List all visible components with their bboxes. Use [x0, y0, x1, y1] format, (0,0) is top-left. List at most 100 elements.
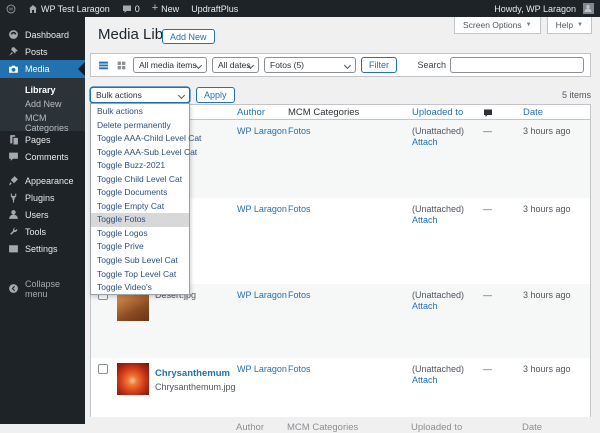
attach-link[interactable]: Attach — [412, 137, 438, 147]
sidebar-separator — [0, 165, 85, 172]
collapse-icon — [9, 284, 18, 293]
comments-cell: — — [483, 290, 492, 300]
dropdown-option[interactable]: Bulk actions — [91, 105, 189, 119]
media-thumbnail-chrysanthemum[interactable] — [117, 363, 149, 395]
date-filter-select[interactable]: All dates — [212, 57, 259, 73]
sidebar-item-users[interactable]: Users — [0, 206, 85, 223]
dropdown-option[interactable]: Toggle Documents — [91, 186, 189, 200]
collapse-menu-button[interactable]: Collapse menu — [0, 278, 85, 299]
submenu-item-mcm-categories[interactable]: MCM Categories — [0, 111, 85, 133]
list-view-button[interactable] — [97, 59, 110, 72]
dropdown-option[interactable]: Toggle Sub Level Cat — [91, 254, 189, 268]
attach-link[interactable]: Attach — [412, 301, 438, 311]
appearance-icon — [9, 176, 18, 186]
date-cell: 3 hours ago — [523, 290, 571, 300]
sidebar-label: Pages — [25, 134, 51, 145]
sidebar-label: Users — [25, 209, 49, 220]
submenu-item-add-new[interactable]: Add New — [0, 97, 85, 111]
dropdown-option[interactable]: Toggle Prive — [91, 240, 189, 254]
header-date[interactable]: Date — [523, 107, 543, 118]
dropdown-option[interactable]: Toggle Top Level Cat — [91, 268, 189, 282]
dropdown-option[interactable]: Delete permanently — [91, 119, 189, 133]
sidebar-item-posts[interactable]: Posts — [0, 43, 85, 60]
new-content-menu[interactable]: + New — [146, 0, 185, 17]
category-filter-select[interactable]: Fotos (5) — [264, 57, 356, 73]
media-submenu: Library Add New MCM Categories — [0, 78, 85, 133]
dropdown-option[interactable]: Toggle Video's — [91, 281, 189, 295]
author-link[interactable]: WP Laragon — [237, 204, 287, 214]
author-link[interactable]: WP Laragon — [237, 126, 287, 136]
comments-shortcut[interactable]: 0 — [116, 0, 146, 17]
sidebar-item-comments[interactable]: Comments — [0, 148, 85, 165]
tools-icon — [10, 227, 18, 235]
header-mcm-categories: MCM Categories — [288, 107, 360, 118]
help-button[interactable]: Help ▼ — [546, 17, 592, 34]
row-checkbox[interactable] — [98, 364, 108, 374]
media-type-filter-select[interactable]: All media items — [133, 57, 207, 73]
howdy-account-menu[interactable]: Howdy, WP Laragon — [488, 3, 600, 14]
filter-button[interactable]: Filter — [361, 57, 397, 73]
chevron-down-icon: ▼ — [525, 22, 532, 28]
media-title-link[interactable]: Chrysanthemum — [155, 368, 230, 379]
comment-bubble-icon — [122, 5, 131, 13]
media-icon — [9, 65, 18, 73]
screen-options-label: Screen Options — [463, 20, 522, 30]
date-cell: 3 hours ago — [523, 364, 571, 374]
comments-cell: — — [483, 126, 492, 136]
pages-icon — [10, 135, 18, 145]
grid-view-button[interactable] — [115, 59, 128, 72]
updraft-label: UpdraftPlus — [191, 3, 239, 14]
table-row: Chrysanthemum Chrysanthemum.jpg WP Larag… — [91, 358, 590, 417]
howdy-text: Howdy, WP Laragon — [494, 3, 576, 14]
comments-count: 0 — [134, 3, 140, 14]
sidebar-item-pages[interactable]: Pages — [0, 131, 85, 148]
sidebar-item-dashboard[interactable]: Dashboard — [0, 26, 85, 43]
site-name-menu[interactable]: WP Test Laragon — [22, 0, 116, 17]
header-author[interactable]: Author — [237, 107, 265, 118]
wp-logo-menu[interactable]: W — [0, 0, 22, 17]
media-type-filter-value: All media items — [139, 60, 197, 70]
sidebar-label: Posts — [25, 46, 48, 57]
collapse-label: Collapse menu — [25, 278, 61, 299]
comments-icon — [9, 152, 18, 161]
category-link[interactable]: Fotos — [288, 126, 311, 136]
add-new-button[interactable]: Add New — [162, 29, 215, 44]
media-filename: Chrysanthemum.jpg — [155, 382, 236, 392]
dropdown-option[interactable]: Toggle Logos — [91, 227, 189, 241]
dropdown-option-highlighted[interactable]: Toggle Fotos — [91, 213, 189, 227]
bulk-actions-select[interactable]: Bulk actions — [90, 87, 190, 103]
screen-options-button[interactable]: Screen Options ▼ — [454, 17, 541, 34]
dropdown-option[interactable]: Toggle AAA-Child Level Cat — [91, 132, 201, 146]
submenu-item-library[interactable]: Library — [0, 83, 85, 97]
dropdown-option[interactable]: Toggle Empty Cat — [91, 200, 189, 214]
category-link[interactable]: Fotos — [288, 364, 311, 374]
dropdown-option[interactable]: Toggle Child Level Cat — [91, 173, 189, 187]
category-link[interactable]: Fotos — [288, 204, 311, 214]
sidebar-item-settings[interactable]: Settings — [0, 240, 85, 257]
category-link[interactable]: Fotos — [288, 290, 311, 300]
author-link[interactable]: WP Laragon — [237, 290, 287, 300]
uploaded-status: (Unattached) — [412, 126, 465, 136]
new-label: New — [161, 3, 180, 14]
sidebar-item-tools[interactable]: Tools — [0, 223, 85, 240]
author-link[interactable]: WP Laragon — [237, 364, 287, 374]
table-row: Desert.jpg WP Laragon Fotos (Unattached)… — [91, 284, 590, 358]
comments-cell: — — [483, 204, 492, 214]
dropdown-option[interactable]: Toggle Buzz-2021 — [91, 159, 189, 173]
attach-link[interactable]: Attach — [412, 375, 438, 385]
home-icon — [29, 4, 37, 13]
sidebar-item-plugins[interactable]: Plugins — [0, 189, 85, 206]
dropdown-option[interactable]: Toggle AAA-Sub Level Cat — [91, 146, 197, 160]
header-comments[interactable] — [483, 105, 523, 119]
attach-link[interactable]: Attach — [412, 215, 438, 225]
avatar — [583, 3, 594, 14]
sidebar-item-appearance[interactable]: Appearance — [0, 172, 85, 189]
svg-text:W: W — [9, 6, 14, 11]
apply-button[interactable]: Apply — [196, 87, 235, 103]
header-uploaded-to[interactable]: Uploaded to — [412, 107, 463, 118]
updraftplus-menu[interactable]: UpdraftPlus — [185, 0, 244, 17]
sidebar-item-media[interactable]: Media — [0, 60, 85, 78]
comments-cell: — — [483, 364, 492, 374]
sidebar-label: Comments — [25, 151, 69, 162]
search-input[interactable] — [450, 57, 584, 73]
